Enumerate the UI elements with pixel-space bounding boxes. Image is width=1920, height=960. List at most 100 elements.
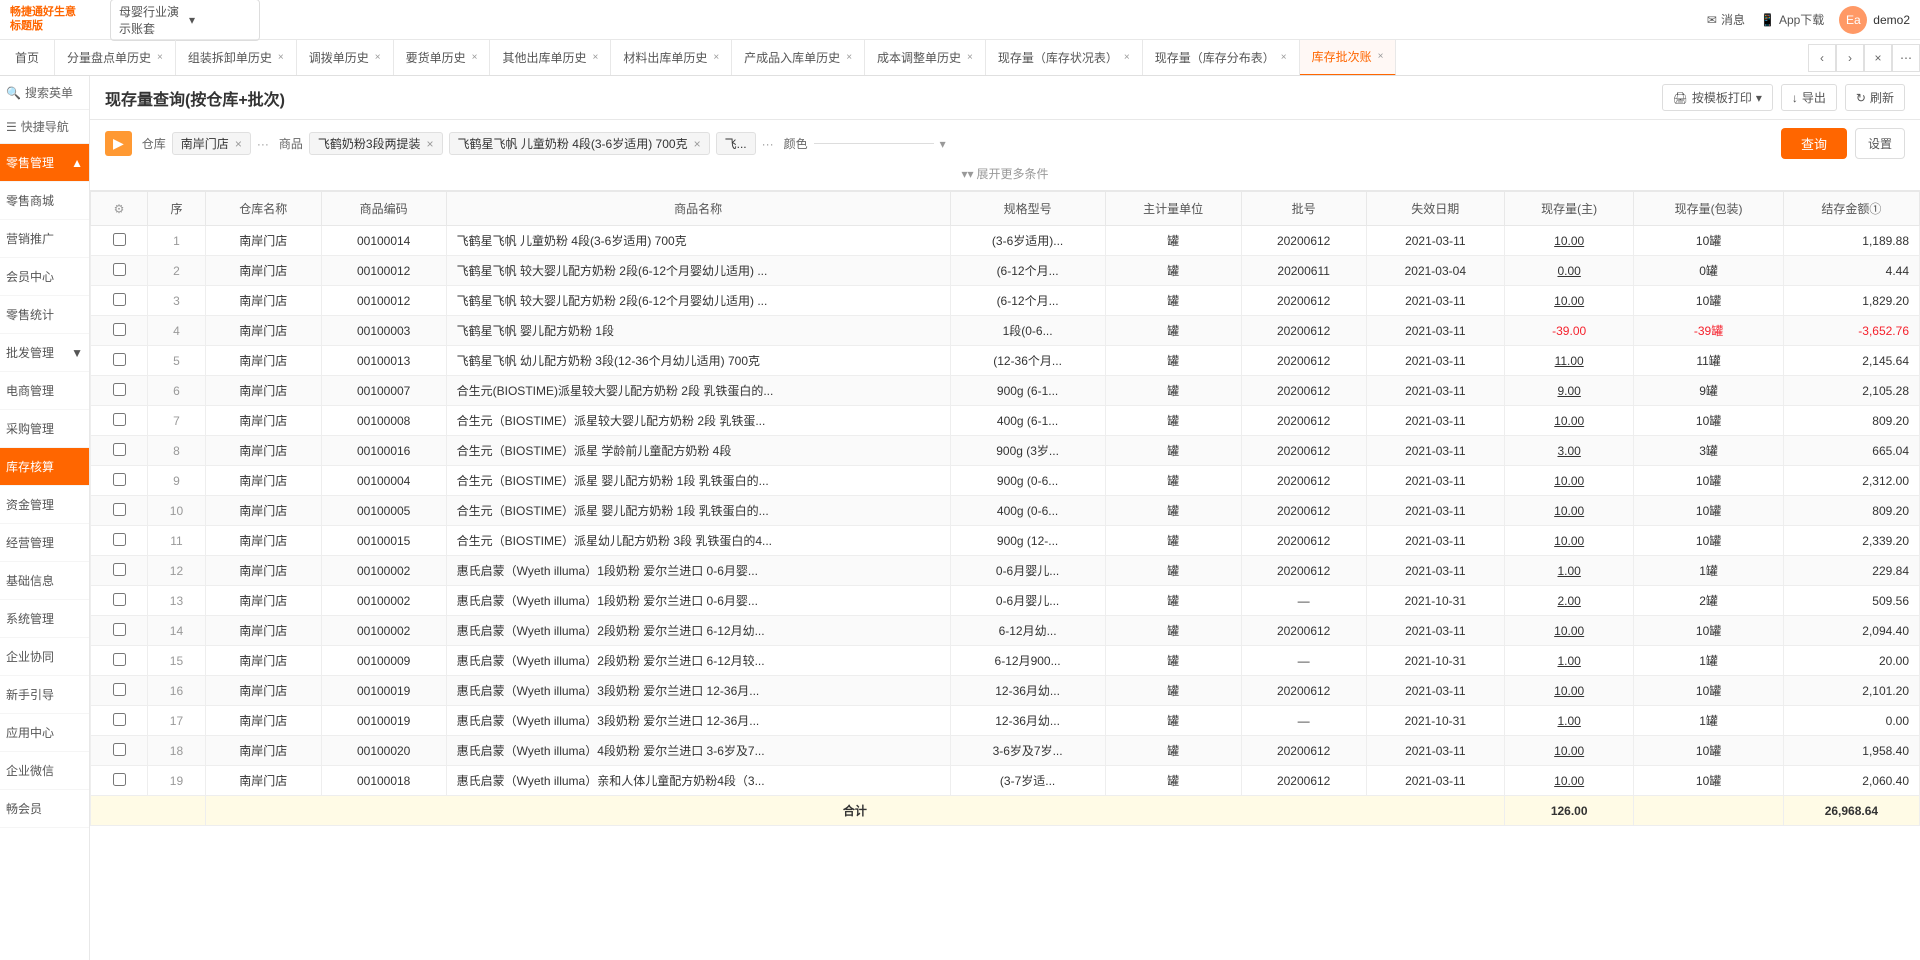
- remove-product1-icon[interactable]: ×: [427, 137, 434, 151]
- row-qty-main[interactable]: 3.00: [1505, 436, 1634, 466]
- tab-batch-account[interactable]: 库存批次账 ×: [1300, 40, 1397, 76]
- row-checkbox[interactable]: [113, 533, 126, 546]
- row-qty-main[interactable]: 0.00: [1505, 256, 1634, 286]
- sidebar-item-app-center[interactable]: 应用中心: [0, 714, 89, 752]
- tab-more-btn[interactable]: ⋯: [1892, 44, 1920, 72]
- sidebar-item-operations[interactable]: 经营管理: [0, 524, 89, 562]
- close-icon[interactable]: ×: [713, 52, 719, 63]
- sidebar-quick-nav[interactable]: ☰ 快捷导航: [0, 110, 89, 144]
- close-icon[interactable]: ×: [1378, 51, 1384, 62]
- warehouse-tag[interactable]: 南岸门店 ×: [172, 132, 251, 155]
- row-qty-main[interactable]: 11.00: [1505, 346, 1634, 376]
- close-icon[interactable]: ×: [1124, 52, 1130, 63]
- sidebar-item-ecommerce[interactable]: 电商管理: [0, 372, 89, 410]
- sidebar-item-purchase[interactable]: 采购管理: [0, 410, 89, 448]
- export-button[interactable]: ↓ 导出: [1781, 84, 1837, 111]
- row-checkbox[interactable]: [113, 443, 126, 456]
- row-checkbox-cell[interactable]: [91, 766, 148, 796]
- row-checkbox-cell[interactable]: [91, 406, 148, 436]
- product-tag-3[interactable]: 飞...: [716, 132, 756, 155]
- row-qty-main[interactable]: 10.00: [1505, 286, 1634, 316]
- row-qty-main[interactable]: 1.00: [1505, 556, 1634, 586]
- close-icon[interactable]: ×: [375, 52, 381, 63]
- row-checkbox-cell[interactable]: [91, 436, 148, 466]
- tab-next-btn[interactable]: ›: [1836, 44, 1864, 72]
- tab-close-btn[interactable]: ×: [1864, 44, 1892, 72]
- row-qty-main[interactable]: 10.00: [1505, 736, 1634, 766]
- row-qty-main[interactable]: 2.00: [1505, 586, 1634, 616]
- row-qty-main[interactable]: 10.00: [1505, 616, 1634, 646]
- row-checkbox-cell[interactable]: [91, 316, 148, 346]
- close-icon[interactable]: ×: [1281, 52, 1287, 63]
- setting-button[interactable]: 设置: [1855, 128, 1905, 159]
- row-checkbox-cell[interactable]: [91, 496, 148, 526]
- sidebar-item-finance[interactable]: 资金管理: [0, 486, 89, 524]
- row-checkbox[interactable]: [113, 353, 126, 366]
- row-checkbox[interactable]: [113, 653, 126, 666]
- close-icon[interactable]: ×: [846, 52, 852, 63]
- row-qty-main[interactable]: 10.00: [1505, 406, 1634, 436]
- more-products-btn[interactable]: ···: [762, 137, 774, 151]
- row-checkbox-cell[interactable]: [91, 706, 148, 736]
- sidebar-item-retail-stats[interactable]: 零售统计: [0, 296, 89, 334]
- tab-query-single[interactable]: 调拨单历史 ×: [297, 40, 394, 76]
- product-tag-2[interactable]: 飞鹤星飞帆 儿童奶粉 4段(3-6岁适用) 700克 ×: [449, 132, 710, 155]
- sidebar-search[interactable]: 🔍 搜索英单: [0, 76, 89, 110]
- close-icon[interactable]: ×: [967, 52, 973, 63]
- row-checkbox[interactable]: [113, 413, 126, 426]
- row-checkbox[interactable]: [113, 623, 126, 636]
- row-checkbox-cell[interactable]: [91, 226, 148, 256]
- row-checkbox-cell[interactable]: [91, 526, 148, 556]
- tab-material-out[interactable]: 材料出库单历史 ×: [611, 40, 732, 76]
- row-checkbox-cell[interactable]: [91, 676, 148, 706]
- tab-other-out[interactable]: 其他出库单历史 ×: [490, 40, 611, 76]
- row-qty-main[interactable]: 1.00: [1505, 706, 1634, 736]
- settings-col-header[interactable]: ⚙: [91, 192, 148, 226]
- row-checkbox-cell[interactable]: [91, 376, 148, 406]
- row-qty-main[interactable]: 10.00: [1505, 496, 1634, 526]
- tab-inventory-dist[interactable]: 现存量（库存分布表） ×: [1143, 40, 1300, 76]
- row-checkbox-cell[interactable]: [91, 556, 148, 586]
- row-checkbox[interactable]: [113, 503, 126, 516]
- message-btn[interactable]: ✉ 消息: [1707, 11, 1745, 28]
- more-warehouses-btn[interactable]: ···: [257, 137, 269, 151]
- store-selector[interactable]: 母婴行业演示账套 ▾: [110, 0, 260, 41]
- expand-more-btn[interactable]: ▾▾ 展开更多条件: [961, 165, 1048, 182]
- app-download-btn[interactable]: 📱 App下载: [1760, 11, 1824, 28]
- sidebar-item-retail[interactable]: 零售管理 ▲: [0, 144, 89, 182]
- row-checkbox-cell[interactable]: [91, 346, 148, 376]
- row-checkbox[interactable]: [113, 743, 126, 756]
- sidebar-item-guide[interactable]: 新手引导: [0, 676, 89, 714]
- tab-cost-adjust[interactable]: 成本调整单历史 ×: [865, 40, 986, 76]
- row-checkbox-cell[interactable]: [91, 736, 148, 766]
- row-checkbox-cell[interactable]: [91, 586, 148, 616]
- row-qty-main[interactable]: 10.00: [1505, 526, 1634, 556]
- sidebar-item-basic[interactable]: 基础信息: [0, 562, 89, 600]
- row-checkbox[interactable]: [113, 323, 126, 336]
- row-checkbox[interactable]: [113, 563, 126, 576]
- filter-expand-btn[interactable]: ▶: [105, 131, 132, 156]
- sidebar-item-marketing[interactable]: 营销推广: [0, 220, 89, 258]
- sidebar-item-retail-shop[interactable]: 零售商城: [0, 182, 89, 220]
- tab-home[interactable]: 首页: [0, 40, 55, 76]
- row-qty-main[interactable]: 10.00: [1505, 226, 1634, 256]
- row-checkbox-cell[interactable]: [91, 616, 148, 646]
- row-qty-main[interactable]: -39.00: [1505, 316, 1634, 346]
- user-area[interactable]: Ea demo2: [1839, 6, 1910, 34]
- sidebar-item-inventory[interactable]: 库存核算: [0, 448, 89, 486]
- sidebar-item-wholesale[interactable]: 批发管理 ▼: [0, 334, 89, 372]
- close-icon[interactable]: ×: [472, 52, 478, 63]
- sidebar-item-member2[interactable]: 畅会员: [0, 790, 89, 828]
- row-checkbox[interactable]: [113, 773, 126, 786]
- row-qty-main[interactable]: 10.00: [1505, 676, 1634, 706]
- refresh-button[interactable]: ↻ 刷新: [1845, 84, 1905, 111]
- tab-product-in[interactable]: 产成品入库单历史 ×: [732, 40, 865, 76]
- table-container[interactable]: ⚙ 序 仓库名称 商品编码 商品名称 规格型号 主计量单位 批号 失效日期 现存…: [90, 191, 1920, 960]
- remove-warehouse-icon[interactable]: ×: [235, 137, 242, 151]
- close-icon[interactable]: ×: [592, 52, 598, 63]
- row-checkbox[interactable]: [113, 383, 126, 396]
- tab-prev-btn[interactable]: ‹: [1808, 44, 1836, 72]
- close-icon[interactable]: ×: [157, 52, 163, 63]
- row-checkbox-cell[interactable]: [91, 286, 148, 316]
- settings-icon[interactable]: ⚙: [114, 202, 125, 216]
